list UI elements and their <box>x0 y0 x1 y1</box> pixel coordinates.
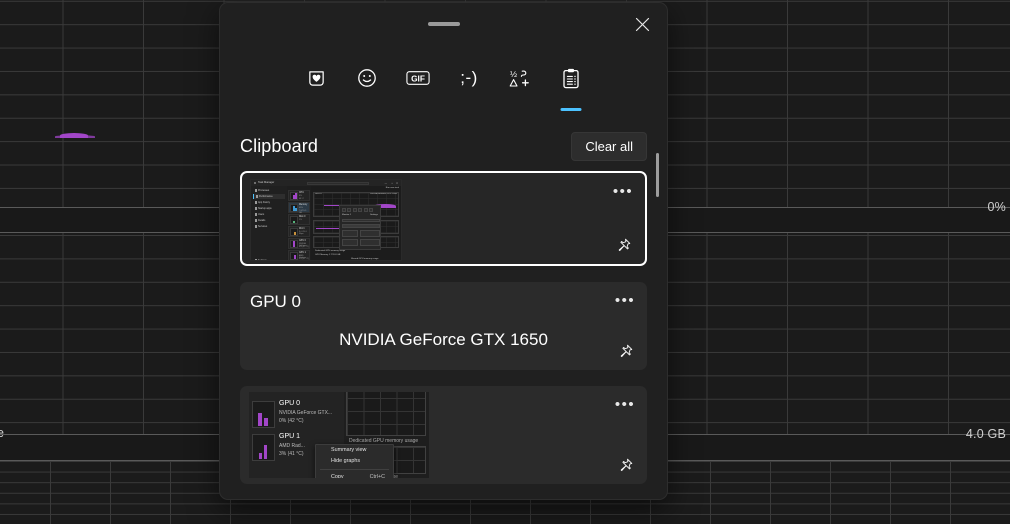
task-manager-mini: Task Manager — □ ✕ Processes Performance… <box>251 180 401 260</box>
screenshot-thumbnail: Dedicated GPU memory usage ory usage GPU… <box>248 391 430 479</box>
context-menu-item-copy-label: Copy <box>331 474 344 479</box>
context-menu: Summary view Hide graphs Copy Ctrl+C <box>315 444 394 479</box>
context-menu-item-copy-accel: Ctrl+C <box>370 472 385 479</box>
emoji-clipboard-panel: GIF ;-) ½ <box>219 2 668 500</box>
mini-nav-item-selected: Performance <box>253 194 285 199</box>
graph-left-cut-label: e <box>0 426 4 440</box>
context-menu-separator <box>320 469 389 470</box>
clipboard-header: Clipboard Clear all <box>240 130 647 162</box>
mini-app-icon <box>254 182 256 184</box>
item-more-options-button[interactable]: ••• <box>613 290 637 310</box>
mini-nav-settings: Settings <box>253 258 285 260</box>
context-menu-item-copy[interactable]: Copy Ctrl+C <box>316 472 393 479</box>
mini-nav-item: Services <box>253 224 285 229</box>
mini-device-list: CPU4%48 °C Memory49%7.8/15.9 GB Disk 01% <box>287 186 311 260</box>
close-icon[interactable] <box>627 11 657 38</box>
screenshot-thumbnail: Task Manager — □ ✕ Processes Performance… <box>250 179 402 261</box>
tab-clipboard[interactable] <box>546 59 597 105</box>
pin-icon[interactable] <box>614 340 636 362</box>
gif-icon: GIF <box>406 64 430 92</box>
vertical-scrollbar[interactable] <box>656 171 659 491</box>
clipboard-icon <box>562 64 580 92</box>
clear-all-button[interactable]: Clear all <box>571 132 647 161</box>
mini-maximize: □ <box>392 182 393 185</box>
mini-nav-item: Details <box>253 218 285 223</box>
mini-dialog: Monitor 1 Settings <box>339 205 381 250</box>
item-body: NVIDIA GeForce GTX 1650 <box>240 330 647 350</box>
mini-nav: Processes Performance App history Startu… <box>251 186 287 260</box>
mini-nav-item: Users <box>253 212 285 217</box>
mini-close: ✕ <box>396 182 398 185</box>
scrollbar-thumb[interactable] <box>656 153 659 197</box>
graph-axis-label-percent: 0% <box>988 200 1006 214</box>
mini-nav-item: Processes <box>253 188 285 193</box>
recently-used-icon <box>307 64 326 92</box>
graph-axis-label-memory: 4.0 GB <box>966 427 1006 441</box>
page-title: Clipboard <box>240 136 318 157</box>
item-title: GPU 0 <box>250 292 301 312</box>
svg-text:½: ½ <box>510 69 517 79</box>
clipboard-list: Task Manager — □ ✕ Processes Performance… <box>240 171 647 491</box>
mini-search-box <box>307 182 369 185</box>
tab-kaomoji[interactable]: ;-) <box>444 59 495 105</box>
mini-gpu-entry: GPU 0 NVIDIA GeForce GTX... 0% (42 °C) <box>252 400 340 432</box>
tab-gif[interactable]: GIF <box>393 59 444 105</box>
item-more-options-button[interactable]: ••• <box>611 181 635 201</box>
clipboard-item-gpu0[interactable]: GPU 0 NVIDIA GeForce GTX 1650 ••• <box>240 282 647 370</box>
tab-underline <box>561 108 582 111</box>
mini-minimize: — <box>385 182 387 185</box>
svg-text:GIF: GIF <box>411 74 425 84</box>
mini-gpu-chart-top <box>346 391 426 436</box>
mini-nav-item: App history <box>253 200 285 205</box>
graph-spike <box>60 133 88 138</box>
tab-emoji[interactable] <box>342 59 393 105</box>
mini-app-title: Task Manager <box>258 181 274 184</box>
item-more-options-button[interactable]: ••• <box>613 394 637 414</box>
tab-recently-used[interactable] <box>291 59 342 105</box>
pin-icon[interactable] <box>612 234 634 256</box>
drag-handle[interactable] <box>428 22 460 26</box>
clipboard-item-screenshot[interactable]: Task Manager — □ ✕ Processes Performance… <box>240 171 647 266</box>
clipboard-item-gpu-menu[interactable]: Dedicated GPU memory usage ory usage GPU… <box>240 386 647 484</box>
pin-icon[interactable] <box>614 454 636 476</box>
context-menu-item-hide-graphs[interactable]: Hide graphs <box>316 456 393 467</box>
context-menu-item-summary-view[interactable]: Summary view <box>316 445 393 456</box>
mini-nav-item: Startup apps <box>253 206 285 211</box>
tab-symbols[interactable]: ½ <box>495 59 546 105</box>
mini-content: Performance Run new task CPU4%48 °C Memo… <box>287 186 401 260</box>
symbols-icon: ½ <box>509 64 531 92</box>
emoji-smiley-icon <box>357 64 377 92</box>
kaomoji-icon: ;-) <box>460 64 478 92</box>
tab-strip: GIF ;-) ½ <box>220 59 667 105</box>
